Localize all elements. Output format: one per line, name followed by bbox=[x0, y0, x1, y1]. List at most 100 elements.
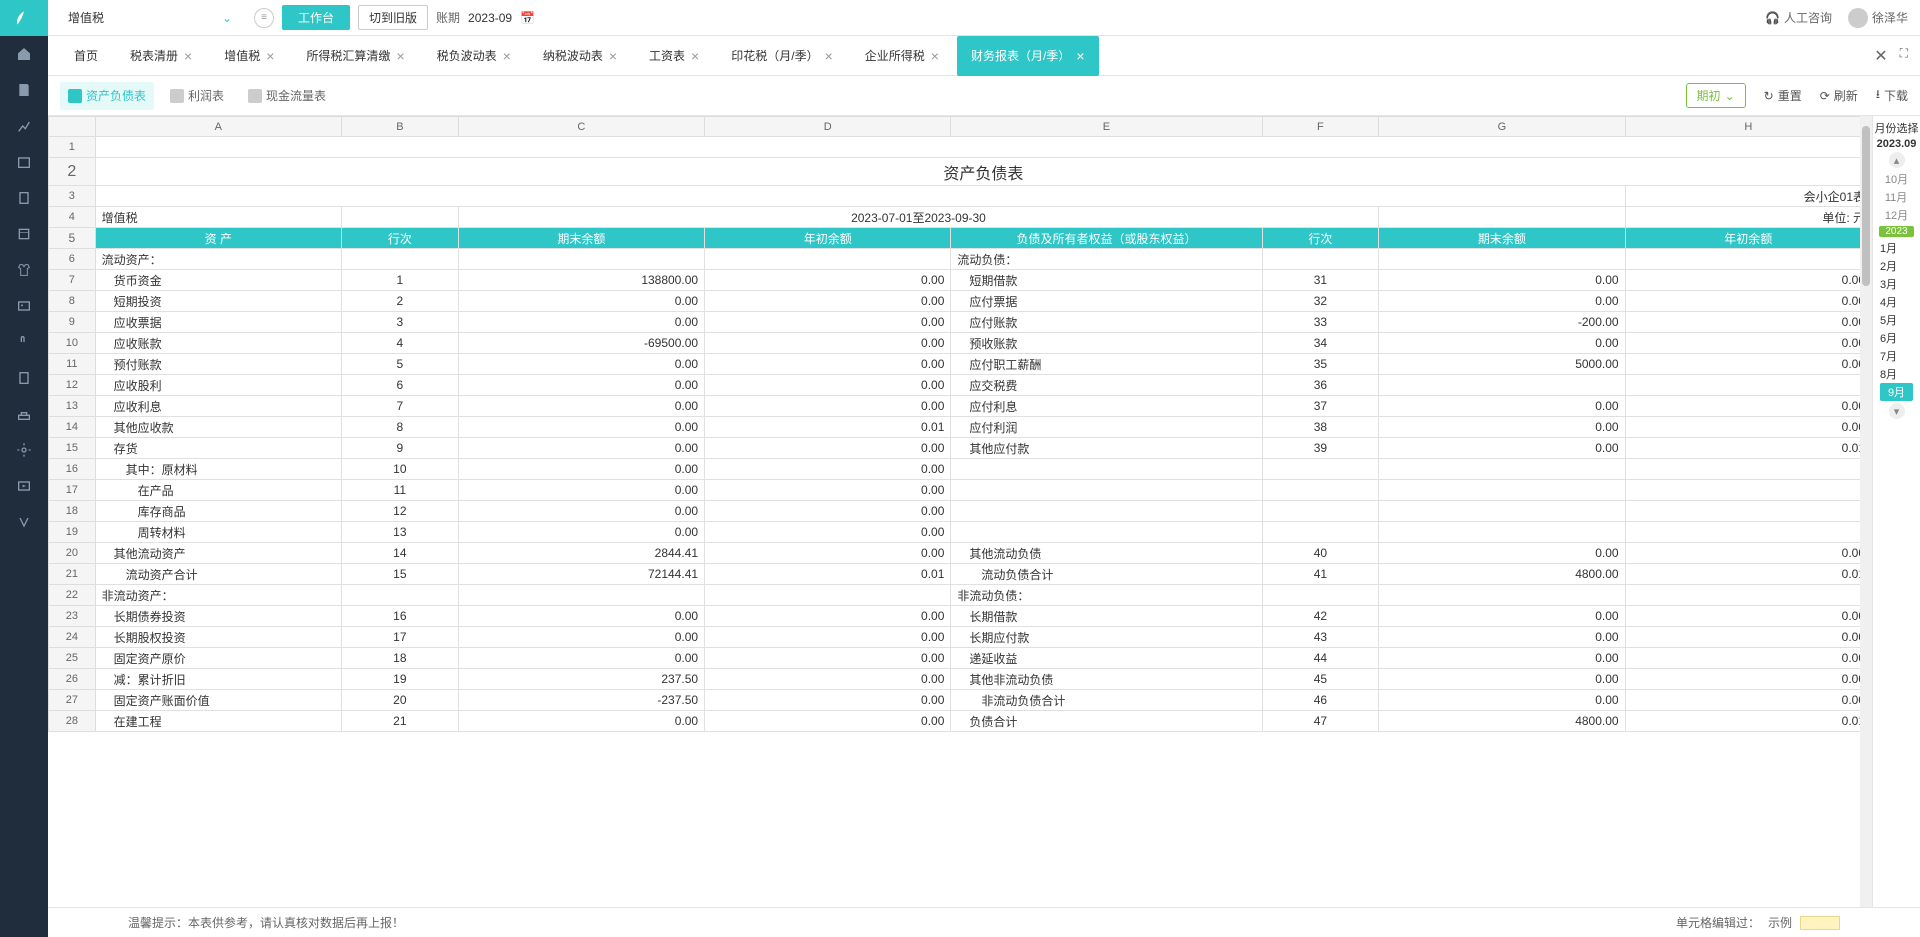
phase-button[interactable]: 期初 ⌄ bbox=[1686, 83, 1746, 108]
tab[interactable]: 印花税（月/季）× bbox=[717, 36, 847, 76]
subtab[interactable]: 现金流量表 bbox=[240, 82, 334, 110]
row-header[interactable]: 8 bbox=[49, 291, 96, 312]
row-header[interactable]: 17 bbox=[49, 480, 96, 501]
row-header[interactable]: 2 bbox=[49, 158, 96, 186]
month-option[interactable]: 12月 bbox=[1885, 206, 1908, 224]
corner-cell[interactable] bbox=[49, 117, 96, 137]
row-header[interactable]: 20 bbox=[49, 543, 96, 564]
table-row[interactable]: 18库存商品120.000.00 bbox=[49, 501, 1872, 522]
table-row[interactable]: 24长期股权投资170.000.00长期应付款430.000.00 bbox=[49, 627, 1872, 648]
row-header[interactable]: 15 bbox=[49, 438, 96, 459]
row-header[interactable]: 26 bbox=[49, 669, 96, 690]
close-icon[interactable]: × bbox=[691, 48, 699, 64]
col-header[interactable]: E bbox=[951, 117, 1262, 137]
month-option[interactable]: 11月 bbox=[1885, 188, 1908, 206]
tab[interactable]: 企业所得税× bbox=[851, 36, 953, 76]
nav-video-icon[interactable] bbox=[0, 468, 48, 504]
col-header[interactable]: H bbox=[1625, 117, 1871, 137]
consult-button[interactable]: 🎧 人工咨询 bbox=[1765, 9, 1832, 26]
nav-clipboard-icon[interactable] bbox=[0, 180, 48, 216]
month-option[interactable]: 4月 bbox=[1880, 293, 1913, 311]
col-header[interactable]: B bbox=[342, 117, 459, 137]
table-row[interactable]: 21流动资产合计1572144.410.01流动负债合计414800.000.0… bbox=[49, 564, 1872, 585]
table-row[interactable]: 14其他应收款80.000.01应付利润380.000.00 bbox=[49, 417, 1872, 438]
table-row[interactable]: 16其中：原材料100.000.00 bbox=[49, 459, 1872, 480]
close-icon[interactable]: × bbox=[266, 48, 274, 64]
table-row[interactable]: 25固定资产原价180.000.00递延收益440.000.00 bbox=[49, 648, 1872, 669]
spreadsheet[interactable]: ABCDEFGH12资产负债表3会小企01表4增值税2023-07-01至202… bbox=[48, 116, 1872, 907]
row-header[interactable]: 19 bbox=[49, 522, 96, 543]
col-header[interactable]: G bbox=[1379, 117, 1625, 137]
month-option[interactable]: 5月 bbox=[1880, 311, 1913, 329]
nav-paper-icon[interactable] bbox=[0, 360, 48, 396]
month-option[interactable]: 8月 bbox=[1880, 365, 1913, 383]
row-header[interactable]: 4 bbox=[49, 207, 96, 228]
calendar-icon[interactable]: 📅 bbox=[520, 11, 535, 25]
row-header[interactable]: 27 bbox=[49, 690, 96, 711]
close-all-icon[interactable]: ✕ bbox=[1874, 46, 1887, 66]
row-header[interactable]: 10 bbox=[49, 333, 96, 354]
nav-image-icon[interactable] bbox=[0, 288, 48, 324]
table-row[interactable]: 20其他流动资产142844.410.00其他流动负债400.000.00 bbox=[49, 543, 1872, 564]
table-row[interactable]: 8短期投资20.000.00应付票据320.000.00 bbox=[49, 291, 1872, 312]
tab[interactable]: 工资表× bbox=[635, 36, 713, 76]
nav-home-icon[interactable] bbox=[0, 36, 48, 72]
month-option[interactable]: 10月 bbox=[1885, 170, 1908, 188]
table-row[interactable]: 17在产品110.000.00 bbox=[49, 480, 1872, 501]
table-row[interactable]: 10应收账款4-69500.000.00预收账款340.000.00 bbox=[49, 333, 1872, 354]
nav-form-icon[interactable] bbox=[0, 216, 48, 252]
close-icon[interactable]: × bbox=[825, 48, 833, 64]
row-header[interactable]: 3 bbox=[49, 186, 96, 207]
tab[interactable]: 所得税汇算清缴× bbox=[292, 36, 418, 76]
subtab[interactable]: 利润表 bbox=[162, 82, 232, 110]
tab[interactable]: 增值税× bbox=[210, 36, 288, 76]
month-option[interactable]: 3月 bbox=[1880, 275, 1913, 293]
nav-gear-icon[interactable] bbox=[0, 432, 48, 468]
user-menu[interactable]: 徐泽华 bbox=[1848, 8, 1908, 28]
table-row[interactable]: 6流动资产：流动负债： bbox=[49, 249, 1872, 270]
close-icon[interactable]: × bbox=[609, 48, 617, 64]
row-header[interactable]: 7 bbox=[49, 270, 96, 291]
col-header[interactable]: C bbox=[458, 117, 704, 137]
table-row[interactable]: 9应收票据30.000.00应付账款33-200.000.00 bbox=[49, 312, 1872, 333]
table-row[interactable]: 27固定资产账面价值20-237.500.00非流动负债合计460.000.00 bbox=[49, 690, 1872, 711]
close-icon[interactable]: × bbox=[184, 48, 192, 64]
row-header[interactable]: 5 bbox=[49, 228, 96, 249]
vertical-scrollbar[interactable] bbox=[1860, 116, 1872, 907]
nav-v-icon[interactable] bbox=[0, 504, 48, 540]
nav-hand-icon[interactable] bbox=[0, 324, 48, 360]
month-option[interactable]: 9月 bbox=[1880, 383, 1913, 401]
row-header[interactable]: 18 bbox=[49, 501, 96, 522]
reset-button[interactable]: ↻重置 bbox=[1764, 87, 1802, 104]
close-icon[interactable]: × bbox=[396, 48, 404, 64]
nav-tshirt-icon[interactable] bbox=[0, 252, 48, 288]
table-row[interactable]: 15存货90.000.00其他应付款390.000.01 bbox=[49, 438, 1872, 459]
row-header[interactable]: 28 bbox=[49, 711, 96, 732]
tab[interactable]: 纳税波动表× bbox=[529, 36, 631, 76]
row-header[interactable]: 13 bbox=[49, 396, 96, 417]
row-header[interactable]: 1 bbox=[49, 137, 96, 158]
table-row[interactable]: 26减：累计折旧19237.500.00其他非流动负债450.000.00 bbox=[49, 669, 1872, 690]
month-option[interactable]: 2月 bbox=[1880, 257, 1913, 275]
nav-chart-icon[interactable] bbox=[0, 108, 48, 144]
col-header[interactable]: A bbox=[95, 117, 341, 137]
col-header[interactable]: F bbox=[1262, 117, 1379, 137]
row-header[interactable]: 6 bbox=[49, 249, 96, 270]
table-row[interactable]: 22非流动资产：非流动负债： bbox=[49, 585, 1872, 606]
tab[interactable]: 税表清册× bbox=[116, 36, 206, 76]
table-row[interactable]: 13应收利息70.000.00应付利息370.000.00 bbox=[49, 396, 1872, 417]
month-option[interactable]: 1月 bbox=[1880, 239, 1913, 257]
month-option[interactable]: 6月 bbox=[1880, 329, 1913, 347]
row-header[interactable]: 9 bbox=[49, 312, 96, 333]
close-icon[interactable]: × bbox=[1076, 48, 1084, 64]
scroll-down-icon[interactable]: ▾ bbox=[1889, 403, 1905, 419]
tab[interactable]: 财务报表（月/季）× bbox=[957, 36, 1099, 76]
table-row[interactable]: 7货币资金1138800.000.00短期借款310.000.00 bbox=[49, 270, 1872, 291]
row-header[interactable]: 11 bbox=[49, 354, 96, 375]
table-row[interactable]: 28在建工程210.000.00负债合计474800.000.01 bbox=[49, 711, 1872, 732]
tab[interactable]: 税负波动表× bbox=[423, 36, 525, 76]
col-header[interactable]: D bbox=[705, 117, 951, 137]
subtab[interactable]: 资产负债表 bbox=[60, 82, 154, 110]
company-select[interactable]: 增值税 ⌄ bbox=[60, 6, 240, 30]
table-row[interactable]: 23长期债券投资160.000.00长期借款420.000.00 bbox=[49, 606, 1872, 627]
